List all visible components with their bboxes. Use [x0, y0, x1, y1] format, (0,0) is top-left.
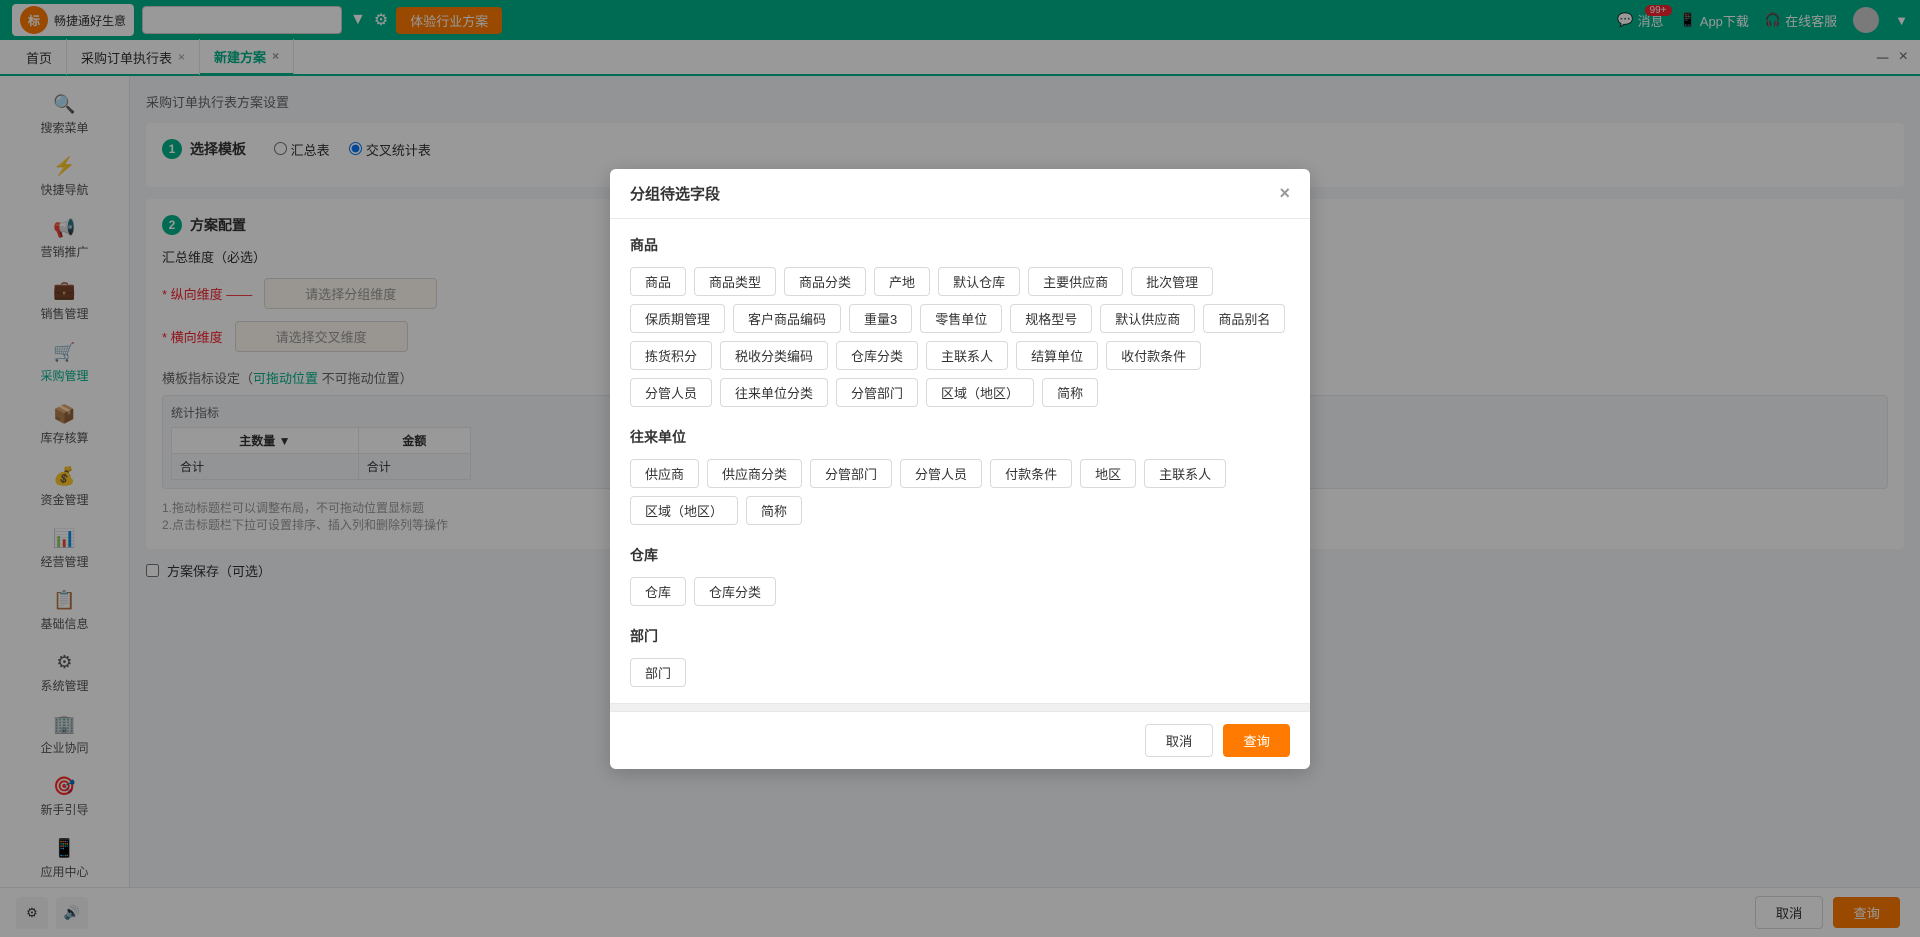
- modal: 分组待选字段 × 商品 商品 商品类型 商品分类 产地 默认仓库 主要供应商 批…: [610, 169, 1310, 769]
- field-tag[interactable]: 批次管理: [1131, 267, 1213, 296]
- field-tag[interactable]: 商品别名: [1203, 304, 1285, 333]
- modal-hscroll[interactable]: [610, 703, 1310, 710]
- field-tag[interactable]: 区域（地区）: [630, 496, 738, 525]
- product-fields: 商品 商品类型 商品分类 产地 默认仓库 主要供应商 批次管理 保质期管理 客户…: [630, 267, 1290, 407]
- field-tag[interactable]: 默认仓库: [938, 267, 1020, 296]
- field-tag[interactable]: 仓库: [630, 577, 686, 606]
- field-tag[interactable]: 往来单位分类: [720, 378, 828, 407]
- partner-fields: 供应商 供应商分类 分管部门 分管人员 付款条件 地区 主联系人 区域（地区） …: [630, 459, 1290, 525]
- warehouse-fields: 仓库 仓库分类: [630, 577, 1290, 606]
- field-tag[interactable]: 简称: [1042, 378, 1098, 407]
- field-tag[interactable]: 默认供应商: [1100, 304, 1195, 333]
- modal-footer: 取消 查询: [610, 711, 1310, 769]
- field-tag[interactable]: 保质期管理: [630, 304, 725, 333]
- department-fields: 部门: [630, 658, 1290, 687]
- field-tag[interactable]: 主要供应商: [1028, 267, 1123, 296]
- field-tag[interactable]: 收付款条件: [1106, 341, 1201, 370]
- modal-title: 分组待选字段: [630, 183, 720, 204]
- section-partner-title: 往来单位: [630, 427, 1290, 447]
- field-tag[interactable]: 产地: [874, 267, 930, 296]
- modal-confirm-btn[interactable]: 查询: [1223, 724, 1290, 757]
- field-tag[interactable]: 税收分类编码: [720, 341, 828, 370]
- section-product-title: 商品: [630, 235, 1290, 255]
- field-tag[interactable]: 仓库分类: [694, 577, 776, 606]
- modal-body: 商品 商品 商品类型 商品分类 产地 默认仓库 主要供应商 批次管理 保质期管理…: [610, 219, 1310, 704]
- field-tag[interactable]: 商品类型: [694, 267, 776, 296]
- field-tag[interactable]: 重量3: [849, 304, 912, 333]
- modal-cancel-btn[interactable]: 取消: [1145, 724, 1214, 757]
- field-tag[interactable]: 零售单位: [920, 304, 1002, 333]
- section-partner: 往来单位 供应商 供应商分类 分管部门 分管人员 付款条件 地区 主联系人 区域…: [630, 427, 1290, 525]
- field-tag[interactable]: 主联系人: [926, 341, 1008, 370]
- section-product: 商品 商品 商品类型 商品分类 产地 默认仓库 主要供应商 批次管理 保质期管理…: [630, 235, 1290, 407]
- modal-close-btn[interactable]: ×: [1279, 183, 1290, 204]
- section-department: 部门 部门: [630, 626, 1290, 687]
- field-tag[interactable]: 主联系人: [1144, 459, 1226, 488]
- field-tag[interactable]: 分管部门: [836, 378, 918, 407]
- field-tag[interactable]: 地区: [1080, 459, 1136, 488]
- section-department-title: 部门: [630, 626, 1290, 646]
- modal-overlay: 分组待选字段 × 商品 商品 商品类型 商品分类 产地 默认仓库 主要供应商 批…: [0, 0, 1920, 937]
- field-tag[interactable]: 拣货积分: [630, 341, 712, 370]
- field-tag[interactable]: 规格型号: [1010, 304, 1092, 333]
- field-tag[interactable]: 仓库分类: [836, 341, 918, 370]
- section-warehouse: 仓库 仓库 仓库分类: [630, 545, 1290, 606]
- field-tag[interactable]: 商品: [630, 267, 686, 296]
- field-tag[interactable]: 商品分类: [784, 267, 866, 296]
- field-tag[interactable]: 付款条件: [990, 459, 1072, 488]
- field-tag[interactable]: 部门: [630, 658, 686, 687]
- modal-header: 分组待选字段 ×: [610, 169, 1310, 219]
- field-tag[interactable]: 分管人员: [630, 378, 712, 407]
- section-warehouse-title: 仓库: [630, 545, 1290, 565]
- field-tag[interactable]: 区域（地区）: [926, 378, 1034, 407]
- field-tag[interactable]: 简称: [746, 496, 802, 525]
- field-tag[interactable]: 结算单位: [1016, 341, 1098, 370]
- field-tag[interactable]: 供应商分类: [707, 459, 802, 488]
- field-tag[interactable]: 分管人员: [900, 459, 982, 488]
- field-tag[interactable]: 客户商品编码: [733, 304, 841, 333]
- field-tag[interactable]: 分管部门: [810, 459, 892, 488]
- field-tag[interactable]: 供应商: [630, 459, 699, 488]
